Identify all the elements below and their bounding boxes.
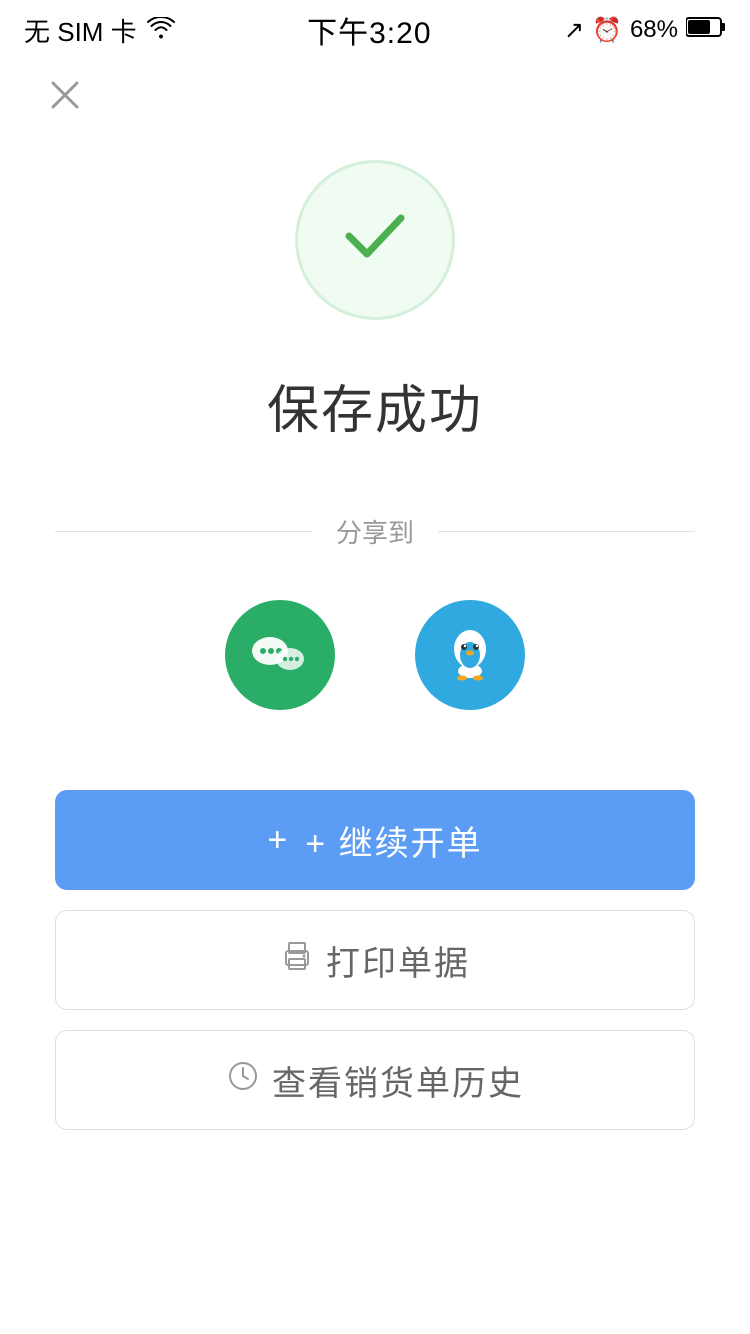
status-left: 无 SIM 卡: [24, 12, 175, 49]
history-button[interactable]: 查看销货单历史: [55, 1030, 695, 1130]
print-label: 打印单据: [326, 936, 470, 985]
alarm-icon: ⏰: [592, 16, 622, 45]
success-title: 保存成功: [267, 368, 483, 443]
print-button[interactable]: 打印单据: [55, 910, 695, 1010]
print-icon: [280, 939, 314, 982]
share-wechat-button[interactable]: [225, 600, 335, 710]
share-divider: 分享到: [55, 513, 695, 550]
location-icon: ↗: [564, 16, 584, 45]
share-label: 分享到: [312, 513, 438, 550]
main-content: 保存成功 分享到: [0, 60, 750, 1130]
status-right: ↗ ⏰ 68%: [564, 16, 726, 45]
close-button[interactable]: [40, 70, 90, 120]
continue-button[interactable]: + + 继续开单: [55, 790, 695, 890]
history-icon: [226, 1059, 260, 1102]
plus-icon: +: [267, 821, 289, 860]
checkmark-icon: [335, 194, 415, 287]
no-sim-text: 无 SIM 卡: [24, 12, 137, 49]
actions-container: + + 继续开单 打印单据 查看销货单历: [55, 790, 695, 1130]
divider-right: [438, 531, 695, 532]
continue-label: + 继续开单: [305, 816, 482, 865]
status-time: 下午3:20: [307, 8, 431, 52]
share-row: [225, 600, 525, 710]
battery-icon: [686, 16, 726, 45]
history-label: 查看销货单历史: [272, 1056, 524, 1105]
wifi-icon: [147, 15, 175, 46]
share-qq-button[interactable]: [415, 600, 525, 710]
success-circle: [295, 160, 455, 320]
divider-left: [55, 531, 312, 532]
status-bar: 无 SIM 卡 下午3:20 ↗ ⏰ 68%: [0, 0, 750, 60]
battery-percent: 68%: [630, 16, 678, 44]
